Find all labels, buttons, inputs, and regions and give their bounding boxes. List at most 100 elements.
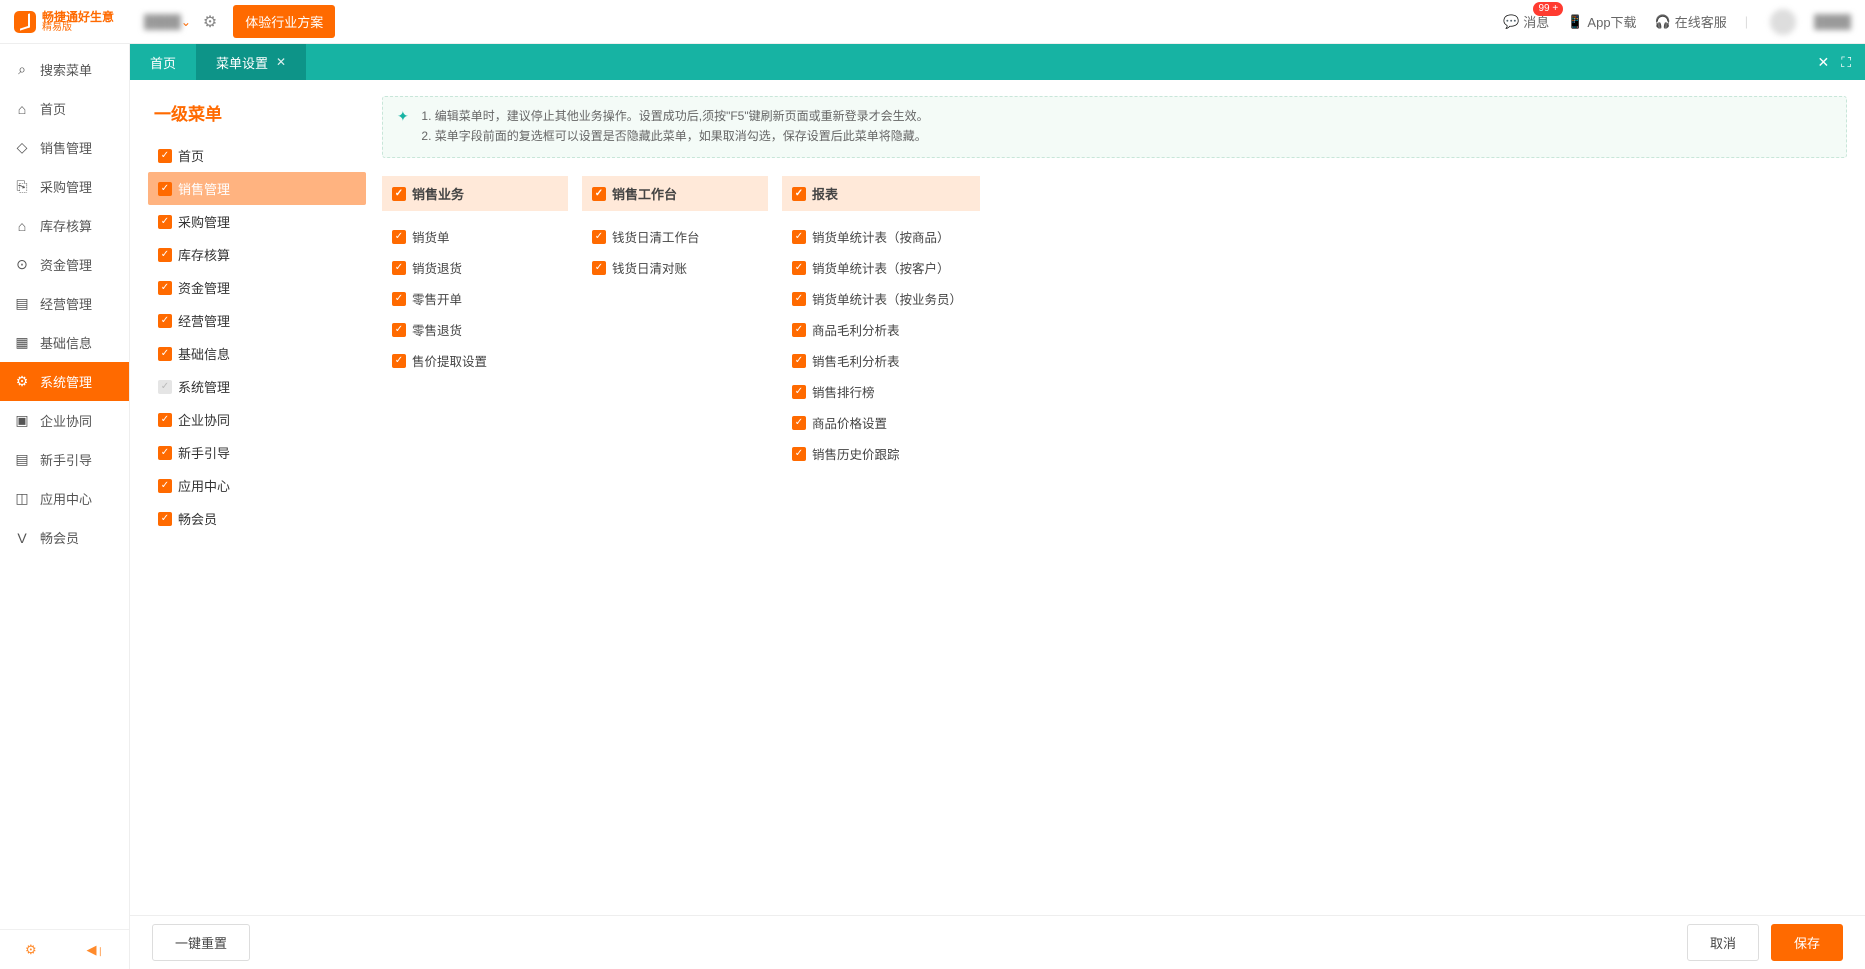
cancel-button[interactable]: 取消 (1687, 924, 1759, 961)
menu-group-item[interactable]: 销售排行榜 (792, 376, 970, 407)
leftnav-item[interactable]: ⚙系统管理 (0, 362, 129, 401)
checkbox[interactable] (158, 512, 172, 526)
menu-group-item[interactable]: 销售毛利分析表 (792, 345, 970, 376)
menu-group-header[interactable]: 报表 (782, 176, 980, 211)
menu-group-item[interactable]: 钱货日清对账 (592, 252, 758, 283)
leftnav-item[interactable]: ◇销售管理 (0, 128, 129, 167)
checkbox[interactable] (158, 446, 172, 460)
checkbox[interactable] (392, 354, 406, 368)
settings-icon[interactable]: ⚙ (203, 12, 217, 32)
app-download-link[interactable]: 📱 App下载 (1567, 12, 1636, 31)
first-menu-item[interactable]: 应用中心 (148, 469, 366, 502)
menu-group-item[interactable]: 销货单统计表（按客户） (792, 252, 970, 283)
messages-link[interactable]: 💬 消息 99 + (1503, 12, 1549, 31)
menu-group: 报表销货单统计表（按商品）销货单统计表（按客户）销货单统计表（按业务员）商品毛利… (782, 176, 980, 483)
first-menu-label: 资金管理 (178, 278, 230, 297)
save-button[interactable]: 保存 (1771, 924, 1843, 961)
nav-collapse-icon[interactable]: ◀❘ (86, 942, 104, 958)
avatar[interactable] (1770, 9, 1796, 35)
username[interactable]: ████ (1814, 14, 1851, 29)
checkbox[interactable] (792, 385, 806, 399)
checkbox[interactable] (158, 149, 172, 163)
checkbox[interactable] (592, 261, 606, 275)
menu-group-item[interactable]: 零售开单 (392, 283, 558, 314)
menu-group-item[interactable]: 售价提取设置 (392, 345, 558, 376)
support-link[interactable]: 🎧 在线客服 (1655, 12, 1727, 31)
checkbox[interactable] (792, 323, 806, 337)
first-menu-item[interactable]: 销售管理 (148, 172, 366, 205)
trial-plan-button[interactable]: 体验行业方案 (233, 5, 335, 38)
menu-group-item[interactable]: 钱货日清工作台 (592, 221, 758, 252)
menu-group-header[interactable]: 销售工作台 (582, 176, 768, 211)
menu-group-item[interactable]: 销售历史价跟踪 (792, 438, 970, 469)
checkbox[interactable] (392, 187, 406, 201)
menu-group-item[interactable]: 销货单统计表（按业务员） (792, 283, 970, 314)
leftnav-icon: ▤ (14, 451, 30, 468)
first-level-menu-panel: 一级菜单 首页销售管理采购管理库存核算资金管理经营管理基础信息系统管理企业协同新… (148, 96, 366, 915)
leftnav-item[interactable]: ⌂首页 (0, 89, 129, 128)
nav-settings-icon[interactable]: ⚙ (25, 942, 37, 958)
first-menu-item[interactable]: 首页 (148, 139, 366, 172)
first-menu-item[interactable]: 经营管理 (148, 304, 366, 337)
checkbox[interactable] (792, 354, 806, 368)
checkbox[interactable] (592, 230, 606, 244)
menu-group-item[interactable]: 销货单 (392, 221, 558, 252)
leftnav-item[interactable]: ▦基础信息 (0, 323, 129, 362)
menu-group-item[interactable]: 商品毛利分析表 (792, 314, 970, 345)
leftnav-item[interactable]: ⌂库存核算 (0, 206, 129, 245)
menu-group-item[interactable]: 商品价格设置 (792, 407, 970, 438)
info-icon: ✦ (397, 108, 409, 125)
leftnav-item[interactable]: V畅会员 (0, 518, 129, 557)
checkbox[interactable] (792, 261, 806, 275)
menu-group-item[interactable]: 销货单统计表（按商品） (792, 221, 970, 252)
menu-group-header[interactable]: 销售业务 (382, 176, 568, 211)
first-menu-item[interactable]: 采购管理 (148, 205, 366, 238)
fullscreen-icon[interactable]: ⛶ (1841, 54, 1851, 71)
company-selector[interactable]: ████ (144, 14, 181, 29)
checkbox[interactable] (792, 292, 806, 306)
leftnav-item[interactable]: ▤新手引导 (0, 440, 129, 479)
first-menu-item[interactable]: 畅会员 (148, 502, 366, 535)
chevron-down-icon[interactable]: ⌄ (181, 15, 191, 29)
checkbox[interactable] (158, 347, 172, 361)
leftnav-item[interactable]: ▣企业协同 (0, 401, 129, 440)
first-menu-item[interactable]: 企业协同 (148, 403, 366, 436)
first-menu-item[interactable]: 库存核算 (148, 238, 366, 271)
checkbox[interactable] (792, 187, 806, 201)
first-menu-item[interactable]: 基础信息 (148, 337, 366, 370)
checkbox[interactable] (792, 230, 806, 244)
reset-button[interactable]: 一键重置 (152, 924, 250, 961)
tab[interactable]: 菜单设置✕ (196, 44, 306, 80)
menu-group-item[interactable]: 销货退货 (392, 252, 558, 283)
checkbox[interactable] (158, 281, 172, 295)
checkbox[interactable] (158, 479, 172, 493)
checkbox[interactable] (792, 447, 806, 461)
checkbox[interactable] (158, 215, 172, 229)
leftnav-item[interactable]: ▤经营管理 (0, 284, 129, 323)
checkbox[interactable] (158, 314, 172, 328)
checkbox[interactable] (158, 413, 172, 427)
menu-group-item[interactable]: 零售退货 (392, 314, 558, 345)
close-icon[interactable]: ✕ (276, 55, 286, 69)
checkbox[interactable] (792, 416, 806, 430)
leftnav-item[interactable]: ⎘采购管理 (0, 167, 129, 206)
leftnav-item[interactable]: ◫应用中心 (0, 479, 129, 518)
first-menu-item[interactable]: 新手引导 (148, 436, 366, 469)
first-menu-item[interactable]: 系统管理 (148, 370, 366, 403)
checkbox[interactable] (392, 261, 406, 275)
leftnav-item[interactable]: ⌕搜索菜单 (0, 50, 129, 89)
leftnav-label: 基础信息 (40, 333, 92, 352)
tab-close-all-icon[interactable]: ✕ (1817, 54, 1829, 71)
leftnav-label: 首页 (40, 99, 66, 118)
checkbox[interactable] (392, 292, 406, 306)
first-menu-item[interactable]: 资金管理 (148, 271, 366, 304)
checkbox[interactable] (392, 323, 406, 337)
checkbox[interactable] (392, 230, 406, 244)
logo[interactable]: 畅捷通好生意 精易版 (14, 11, 130, 33)
leftnav-item[interactable]: ⊙资金管理 (0, 245, 129, 284)
leftnav-icon: ▤ (14, 295, 30, 312)
checkbox[interactable] (158, 248, 172, 262)
checkbox[interactable] (158, 182, 172, 196)
checkbox[interactable] (592, 187, 606, 201)
tab[interactable]: 首页 (130, 44, 196, 80)
